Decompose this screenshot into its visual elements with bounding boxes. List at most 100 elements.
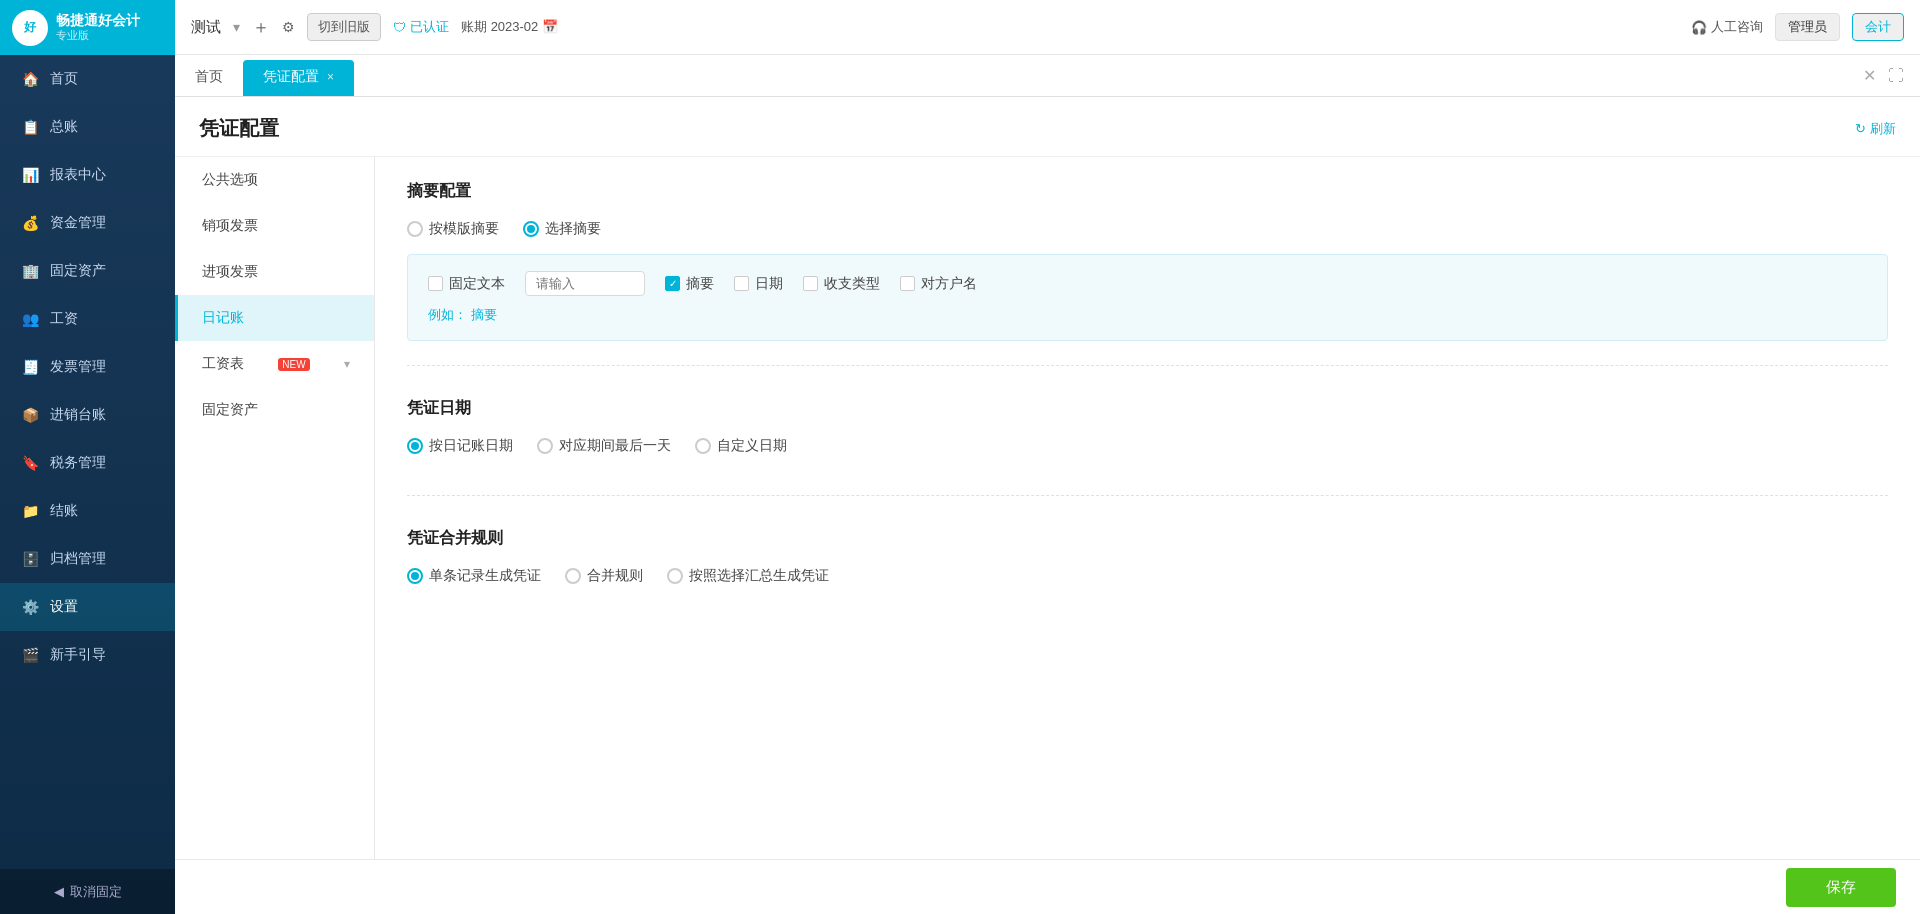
radio-select-summary[interactable]: 选择摘要	[523, 220, 601, 238]
tab-home[interactable]: 首页	[175, 60, 243, 96]
left-nav-purchase-invoice[interactable]: 进项发票	[175, 249, 374, 295]
date-radio-group: 按日记账日期 对应期间最后一天 自定义日期	[407, 437, 1888, 455]
custom-date-circle	[695, 438, 711, 454]
fixed-text-checkbox	[428, 276, 443, 291]
ledger-icon: 📋	[20, 117, 40, 137]
radio-single-record[interactable]: 单条记录生成凭证	[407, 567, 541, 585]
closing-icon: 📁	[20, 501, 40, 521]
switch-old-version-button[interactable]: 切到旧版	[307, 13, 381, 41]
chevron-down-icon: ▾	[344, 357, 350, 371]
radio-template-circle	[407, 221, 423, 237]
sidebar-item-guide[interactable]: 🎬 新手引导	[0, 631, 175, 679]
radio-summary-generate[interactable]: 按照选择汇总生成凭证	[667, 567, 829, 585]
sidebar-item-tax[interactable]: 🔖 税务管理	[0, 439, 175, 487]
expand-window-icon[interactable]: ⛶	[1888, 67, 1904, 85]
sidebar-logo: 好 畅捷通好会计 专业版	[0, 0, 175, 55]
home-icon: 🏠	[20, 69, 40, 89]
refresh-icon: ↻	[1855, 121, 1866, 136]
sidebar-item-assets[interactable]: 🏢 固定资产	[0, 247, 175, 295]
left-nav-public[interactable]: 公共选项	[175, 157, 374, 203]
sidebar-item-sales[interactable]: 📦 进销台账	[0, 391, 175, 439]
checkbox-fixed-text[interactable]: 固定文本	[428, 275, 505, 293]
sidebar-item-reports[interactable]: 📊 报表中心	[0, 151, 175, 199]
checkbox-counterparty[interactable]: 对方户名	[900, 275, 977, 293]
certified-badge: 🛡 已认证	[393, 18, 449, 36]
counterparty-checkbox	[900, 276, 915, 291]
content-header: 凭证配置 ↻ 刷新	[175, 97, 1920, 157]
section-summary-config: 摘要配置 按模版摘要 选择摘要	[407, 181, 1888, 366]
invoices-icon: 🧾	[20, 357, 40, 377]
checkbox-summary[interactable]: 摘要	[665, 275, 714, 293]
voucher-date-title: 凭证日期	[407, 398, 1888, 419]
left-nav: 公共选项 销项发票 进项发票 日记账 工资表 NEW ▾	[175, 157, 375, 859]
topbar: 测试 ▾ ＋ ⚙ 切到旧版 🛡 已认证 账期 2023-02 📅 🎧 人工咨询 …	[175, 0, 1920, 55]
fixed-text-input[interactable]	[525, 271, 645, 296]
checkbox-income-type[interactable]: 收支类型	[803, 275, 880, 293]
section-merge-rules: 凭证合并规则 单条记录生成凭证 合并规则 按照选择汇总生成凭证	[407, 528, 1888, 625]
sidebar-item-ledger[interactable]: 📋 总账	[0, 103, 175, 151]
sales-icon: 📦	[20, 405, 40, 425]
checkbox-row: 固定文本 摘要 日期	[428, 271, 1867, 296]
add-company-button[interactable]: ＋	[252, 15, 270, 39]
shield-icon: 🛡	[393, 20, 406, 35]
radio-merge-rules[interactable]: 合并规则	[565, 567, 643, 585]
radio-period-last[interactable]: 对应期间最后一天	[537, 437, 671, 455]
merge-rules-circle	[565, 568, 581, 584]
merge-rules-title: 凭证合并规则	[407, 528, 1888, 549]
income-type-checkbox	[803, 276, 818, 291]
admin-button[interactable]: 管理员	[1775, 13, 1840, 41]
guide-icon: 🎬	[20, 645, 40, 665]
main-area: 首页 凭证配置 × ✕ ⛶ 凭证配置 ↻ 刷新 公共选项	[175, 55, 1920, 914]
sidebar-item-settings[interactable]: ⚙️ 设置	[0, 583, 175, 631]
close-window-icon[interactable]: ✕	[1863, 66, 1876, 85]
sidebar-item-closing[interactable]: 📁 结账	[0, 487, 175, 535]
period-label: 账期 2023-02 📅	[461, 18, 558, 36]
assets-icon: 🏢	[20, 261, 40, 281]
logo-sub: 专业版	[56, 28, 140, 43]
diary-date-circle	[407, 438, 423, 454]
cancel-fixed-button[interactable]: ◀ 取消固定	[0, 869, 175, 914]
radio-template-summary[interactable]: 按模版摘要	[407, 220, 499, 238]
logo-icon: 好	[12, 10, 48, 46]
right-content: 摘要配置 按模版摘要 选择摘要	[375, 157, 1920, 859]
left-nav-sales-invoice[interactable]: 销项发票	[175, 203, 374, 249]
merge-radio-group: 单条记录生成凭证 合并规则 按照选择汇总生成凭证	[407, 567, 1888, 585]
summary-config-title: 摘要配置	[407, 181, 1888, 202]
consult-button[interactable]: 🎧 人工咨询	[1691, 18, 1763, 36]
new-badge: NEW	[278, 358, 309, 371]
left-nav-diary[interactable]: 日记账	[175, 295, 374, 341]
save-button[interactable]: 保存	[1786, 868, 1896, 907]
sidebar-item-payroll[interactable]: 👥 工资	[0, 295, 175, 343]
payroll-icon: 👥	[20, 309, 40, 329]
section-voucher-date: 凭证日期 按日记账日期 对应期间最后一天 自定义日期	[407, 398, 1888, 496]
company-name: 测试	[191, 18, 221, 37]
funds-icon: 💰	[20, 213, 40, 233]
sidebar-item-archive[interactable]: 🗄️ 归档管理	[0, 535, 175, 583]
radio-diary-date[interactable]: 按日记账日期	[407, 437, 513, 455]
checkbox-date[interactable]: 日期	[734, 275, 783, 293]
sidebar-item-funds[interactable]: 💰 资金管理	[0, 199, 175, 247]
accountant-button[interactable]: 会计	[1852, 13, 1904, 41]
sidebar-item-invoices[interactable]: 🧾 发票管理	[0, 343, 175, 391]
body-layout: 公共选项 销项发票 进项发票 日记账 工资表 NEW ▾	[175, 157, 1920, 859]
sidebar-item-home[interactable]: 🏠 首页	[0, 55, 175, 103]
tab-close-icon[interactable]: ×	[327, 70, 334, 84]
date-checkbox	[734, 276, 749, 291]
left-nav-payroll-table[interactable]: 工资表 NEW ▾	[175, 341, 374, 387]
headset-icon: 🎧	[1691, 20, 1707, 35]
radio-custom-date[interactable]: 自定义日期	[695, 437, 787, 455]
summary-radio-group: 按模版摘要 选择摘要	[407, 220, 1888, 238]
company-settings-icon[interactable]: ⚙	[282, 19, 295, 35]
logo-text: 畅捷通好会计	[56, 12, 140, 29]
archive-icon: 🗄️	[20, 549, 40, 569]
refresh-button[interactable]: ↻ 刷新	[1855, 120, 1896, 138]
settings-icon: ⚙️	[20, 597, 40, 617]
company-chevron-icon[interactable]: ▾	[233, 19, 240, 35]
tax-icon: 🔖	[20, 453, 40, 473]
page-title: 凭证配置	[199, 115, 279, 142]
summary-generate-circle	[667, 568, 683, 584]
tab-voucher-config[interactable]: 凭证配置 ×	[243, 60, 354, 96]
pin-icon: ◀	[54, 884, 64, 899]
left-nav-fixed-assets[interactable]: 固定资产	[175, 387, 374, 433]
footer: 保存	[175, 859, 1920, 914]
